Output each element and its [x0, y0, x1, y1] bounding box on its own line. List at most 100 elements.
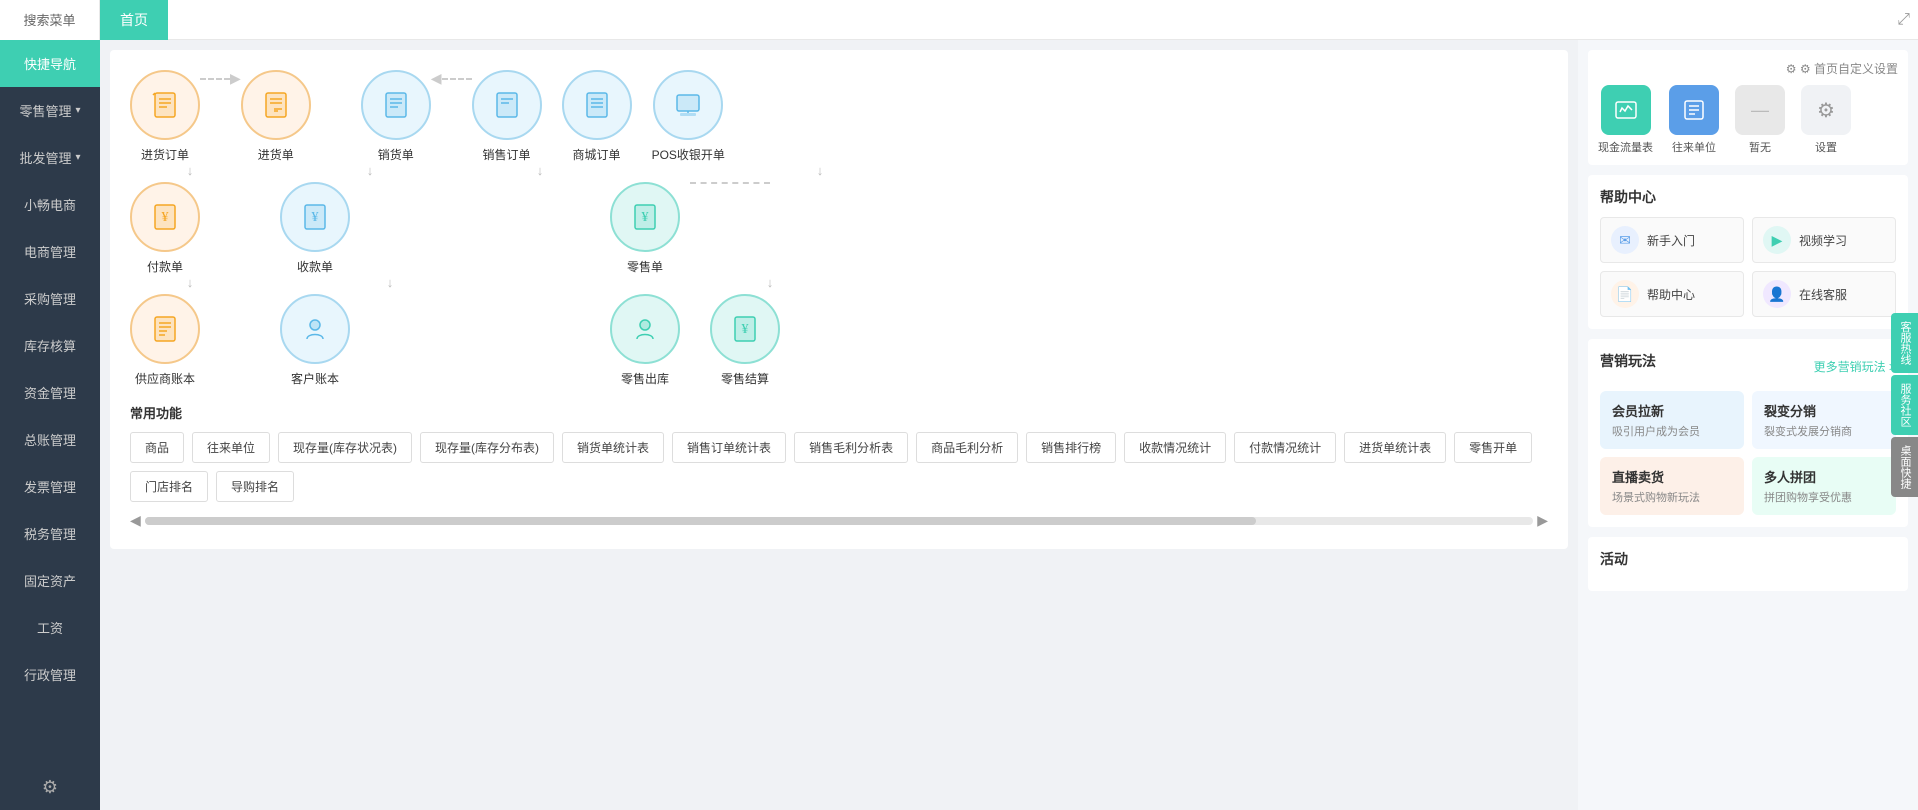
- sidebar-item-label: 零售管理: [19, 101, 71, 120]
- common-functions: 常用功能 商品 往来单位 现存量(库存状况表) 现存量(库存分布表) 销货单统计…: [130, 403, 1548, 502]
- sidebar-item-invoice[interactable]: 发票管理: [0, 463, 100, 510]
- common-functions-title: 常用功能: [130, 403, 1548, 422]
- live-title: 直播卖货: [1612, 467, 1732, 486]
- qa-settings-label: 设置: [1815, 139, 1837, 155]
- supplier-ledger-icon[interactable]: [130, 294, 200, 364]
- help-item-service[interactable]: 👤 在线客服: [1752, 271, 1896, 317]
- func-btn-purchase-stat[interactable]: 进货单统计表: [1344, 432, 1446, 463]
- expand-btn[interactable]: ⤢: [1897, 11, 1910, 29]
- marketing-item-member[interactable]: 会员拉新 吸引用户成为会员: [1600, 391, 1744, 449]
- marketing-item-group[interactable]: 多人拼团 拼团购物享受优惠: [1752, 457, 1896, 515]
- activity-section: 活动: [1588, 537, 1908, 591]
- float-btn-service[interactable]: 客服热线: [1891, 313, 1918, 373]
- func-btn-goods[interactable]: 商品: [130, 432, 184, 463]
- fission-title: 裂变分销: [1764, 401, 1884, 420]
- func-btn-retail-order[interactable]: 零售开单: [1454, 432, 1532, 463]
- settings-gear-icon[interactable]: ⚙: [42, 777, 58, 798]
- sales-label: 销货单: [378, 146, 414, 163]
- svg-text:¥: ¥: [162, 210, 169, 225]
- marketing-item-fission[interactable]: 裂变分销 裂变式发展分销商: [1752, 391, 1896, 449]
- scroll-bar: ◀ ▶: [130, 512, 1548, 529]
- func-btn-gross-profit1[interactable]: 销售毛利分析表: [794, 432, 908, 463]
- tab-home[interactable]: 首页: [100, 0, 168, 40]
- float-btn-desktop[interactable]: 桌面快捷: [1891, 437, 1918, 497]
- sidebar-item-ecommerce-mgmt[interactable]: 电商管理: [0, 228, 100, 275]
- qa-item-none[interactable]: — 暂无: [1735, 85, 1785, 155]
- sales-order-icon[interactable]: [472, 70, 542, 140]
- retail-out-icon[interactable]: [610, 294, 680, 364]
- func-btn-order-stat[interactable]: 销售订单统计表: [672, 432, 786, 463]
- receipt-icon[interactable]: ¥: [280, 182, 350, 252]
- pos-icon[interactable]: [653, 70, 723, 140]
- retail-order-icon[interactable]: ¥: [610, 182, 680, 252]
- help-item-video[interactable]: ▶ 视频学习: [1752, 217, 1896, 263]
- sidebar-item-label: 发票管理: [24, 477, 76, 496]
- func-btn-guide-rank[interactable]: 导购排名: [216, 471, 294, 502]
- qa-none-label: 暂无: [1749, 139, 1771, 155]
- func-btn-partners[interactable]: 往来单位: [192, 432, 270, 463]
- sidebar-item-admin[interactable]: 行政管理: [0, 651, 100, 698]
- func-btn-receipt-stat[interactable]: 收款情况统计: [1124, 432, 1226, 463]
- purchase-icon[interactable]: [241, 70, 311, 140]
- video-icon: ▶: [1763, 226, 1791, 254]
- topbar: 搜索菜单 首页 ⤢: [0, 0, 1918, 40]
- sidebar-item-label: 库存核算: [24, 336, 76, 355]
- func-btn-payment-stat[interactable]: 付款情况统计: [1234, 432, 1336, 463]
- sidebar-item-fixed-assets[interactable]: 固定资产: [0, 557, 100, 604]
- func-btn-stock1[interactable]: 现存量(库存状况表): [278, 432, 412, 463]
- help-item-help[interactable]: 📄 帮助中心: [1600, 271, 1744, 317]
- qa-item-cashflow[interactable]: 现金流量表: [1598, 85, 1653, 155]
- flow-node-retail-settle: ¥ 零售结算: [710, 294, 780, 387]
- func-grid: 商品 往来单位 现存量(库存状况表) 现存量(库存分布表) 销货单统计表 销售订…: [130, 432, 1548, 502]
- sidebar-item-wholesale[interactable]: 批发管理 ▾: [0, 134, 100, 181]
- search-menu-btn[interactable]: 搜索菜单: [0, 0, 100, 40]
- sidebar-item-quicknav[interactable]: 快捷导航: [0, 40, 100, 87]
- help-item-beginner[interactable]: ✉ 新手入门: [1600, 217, 1744, 263]
- customer-ledger-icon[interactable]: [280, 294, 350, 364]
- mall-order-icon[interactable]: [562, 70, 632, 140]
- qa-item-settings[interactable]: ⚙ 设置: [1801, 85, 1851, 155]
- customize-label[interactable]: ⚙ 首页自定义设置: [1800, 60, 1898, 77]
- flow-node-purchase-order: 进货订单: [130, 70, 200, 163]
- video-label: 视频学习: [1799, 232, 1847, 249]
- func-btn-sales-rank[interactable]: 销售排行榜: [1026, 432, 1116, 463]
- purchase-order-icon[interactable]: [130, 70, 200, 140]
- quicknav-card: 进货订单 ▶ 进货单: [110, 50, 1568, 549]
- customize-header: ⚙ ⚙ 首页自定义设置: [1598, 60, 1898, 77]
- func-btn-stock2[interactable]: 现存量(库存分布表): [420, 432, 554, 463]
- sidebar-item-ecommerce-xc[interactable]: 小畅电商: [0, 181, 100, 228]
- marketing-item-live[interactable]: 直播卖货 场景式购物新玩法: [1600, 457, 1744, 515]
- scroll-track[interactable]: [145, 517, 1533, 525]
- sidebar-item-tax[interactable]: 税务管理: [0, 510, 100, 557]
- sidebar-item-label: 工资: [37, 618, 63, 637]
- scroll-right-arrow[interactable]: ▶: [1537, 512, 1548, 529]
- sidebar-item-finance[interactable]: 资金管理: [0, 369, 100, 416]
- sidebar-item-label: 固定资产: [24, 571, 76, 590]
- func-btn-store-rank[interactable]: 门店排名: [130, 471, 208, 502]
- retail-settle-icon[interactable]: ¥: [710, 294, 780, 364]
- sidebar-bottom: ⚙: [0, 765, 100, 810]
- qa-item-partners[interactable]: 往来单位: [1669, 85, 1719, 155]
- float-btn-community[interactable]: 服务社区: [1891, 375, 1918, 435]
- service-label: 在线客服: [1799, 286, 1847, 303]
- sidebar-item-retail[interactable]: 零售管理 ▾: [0, 87, 100, 134]
- chevron-down-icon: ▾: [75, 152, 80, 163]
- help-grid: ✉ 新手入门 ▶ 视频学习 📄 帮助中心 👤 在线客服: [1600, 217, 1896, 317]
- retail-out-label: 零售出库: [621, 370, 669, 387]
- fission-desc: 裂变式发展分销商: [1764, 423, 1884, 439]
- sidebar-item-purchase[interactable]: 采购管理: [0, 275, 100, 322]
- payment-icon[interactable]: ¥: [130, 182, 200, 252]
- chevron-down-icon: ▾: [75, 105, 80, 116]
- flow-node-sales: 销货单: [361, 70, 431, 163]
- sales-icon[interactable]: [361, 70, 431, 140]
- sidebar-item-inventory[interactable]: 库存核算: [0, 322, 100, 369]
- sidebar-item-general-ledger[interactable]: 总账管理: [0, 416, 100, 463]
- sidebar-item-salary[interactable]: 工资: [0, 604, 100, 651]
- more-marketing-link[interactable]: 更多营销玩法 >: [1814, 358, 1896, 375]
- sidebar-item-label: 电商管理: [24, 242, 76, 261]
- scroll-left-arrow[interactable]: ◀: [130, 512, 141, 529]
- svg-text:¥: ¥: [742, 322, 749, 337]
- sidebar: 快捷导航 零售管理 ▾ 批发管理 ▾ 小畅电商 电商管理 采购管理 库存核算 资…: [0, 40, 100, 810]
- func-btn-sales-stat[interactable]: 销货单统计表: [562, 432, 664, 463]
- func-btn-gross-profit2[interactable]: 商品毛利分析: [916, 432, 1018, 463]
